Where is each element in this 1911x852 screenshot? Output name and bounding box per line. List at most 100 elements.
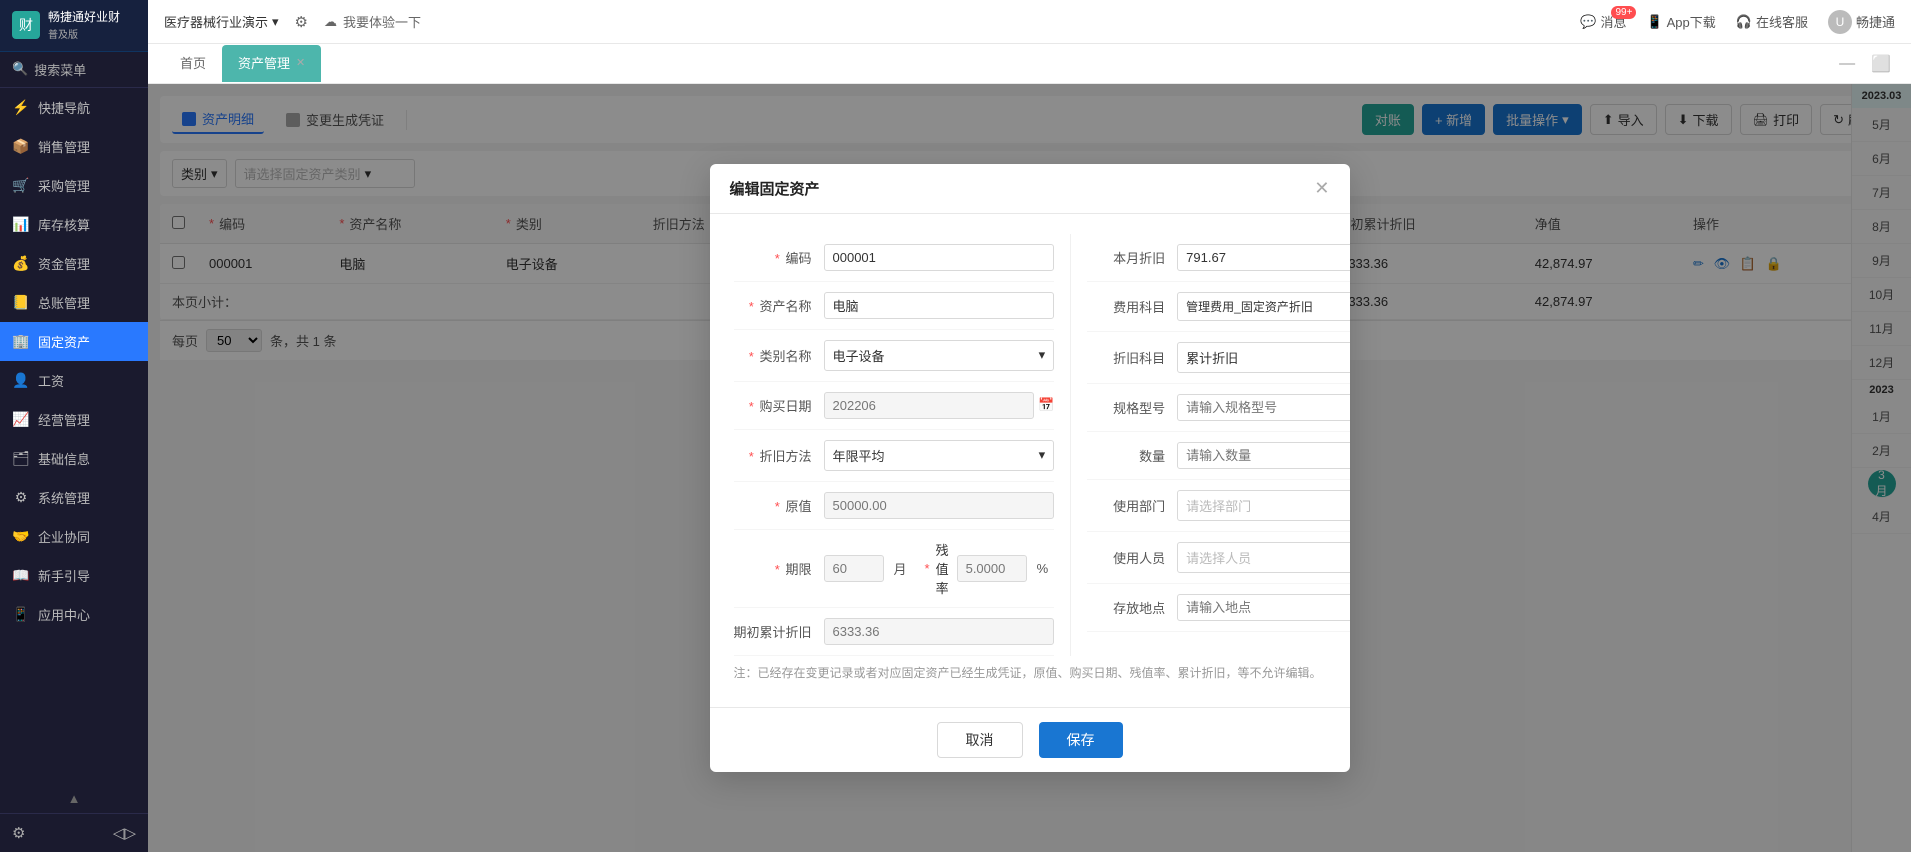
tab-asset-management[interactable]: 资产管理 ✕ (222, 45, 321, 82)
code-label: * 编码 (734, 248, 824, 267)
form-right: 本月折旧 费用科目 管理费用_固定资产折旧 (1071, 234, 1349, 656)
form-grid: * 编码 * 资产名称 (734, 234, 1326, 656)
sidebar-item-quick-nav[interactable]: ⚡ 快捷导航 (0, 88, 148, 127)
depreciation-subject-select[interactable]: 累计折旧 ▾ (1177, 342, 1349, 373)
location-label: 存放地点 (1087, 598, 1177, 617)
content-area: 资产明细 变更生成凭证 对账 + 新增 (148, 84, 1911, 852)
purchase-date-input[interactable] (824, 392, 1034, 419)
dialog-overlay: 编辑固定资产 ✕ * 编码 (148, 84, 1911, 852)
sidebar-item-guide[interactable]: 📖 新手引导 (0, 556, 148, 595)
sidebar-item-label: 工资 (38, 371, 64, 390)
sidebar-item-label: 资金管理 (38, 254, 90, 273)
field-original-value: * 原值 (734, 482, 1055, 530)
monthly-dep-input[interactable] (1177, 244, 1349, 271)
residual-rate-label: 残值率 (936, 540, 949, 597)
inventory-icon: 📊 (12, 215, 30, 233)
field-period: * 期限 月 * 残值率 % (734, 530, 1055, 608)
expense-subject-label: 费用科目 (1087, 297, 1177, 316)
user-select[interactable]: 请选择人员 ▾ (1177, 542, 1349, 573)
experience-label: 我要体验一下 (343, 12, 421, 31)
period-unit: 月 (894, 559, 907, 578)
settings-icon[interactable]: ⚙ (12, 824, 25, 842)
sidebar-item-operations[interactable]: 📈 经营管理 (0, 400, 148, 439)
sidebar-item-finance[interactable]: 💰 资金管理 (0, 244, 148, 283)
logo-icon: 财 (12, 11, 40, 39)
online-support-label: 在线客服 (1756, 12, 1808, 31)
spec-input[interactable] (1177, 394, 1349, 421)
form-left: * 编码 * 资产名称 (734, 234, 1072, 656)
sidebar-item-label: 基础信息 (38, 449, 90, 468)
sidebar-item-sales[interactable]: 📦 销售管理 (0, 127, 148, 166)
company-selector[interactable]: 医疗器械行业演示 ▾ (164, 12, 279, 31)
search-icon: 🔍 (12, 61, 28, 77)
sidebar-item-label: 快捷导航 (38, 98, 90, 117)
period-input[interactable] (824, 555, 884, 582)
depreciation-method-label: * 折旧方法 (734, 446, 824, 465)
residual-rate-input[interactable] (957, 555, 1027, 582)
tab-home[interactable]: 首页 (164, 45, 222, 82)
dialog-close-button[interactable]: ✕ (1314, 178, 1329, 199)
category-value: 电子设备 (833, 346, 885, 365)
ledger-icon: 📒 (12, 293, 30, 311)
sidebar-item-label: 应用中心 (38, 605, 90, 624)
notification-button[interactable]: 💬 消息 99+ (1580, 12, 1626, 31)
sidebar-item-payroll[interactable]: 👤 工资 (0, 361, 148, 400)
department-select[interactable]: 请选择部门 ▾ (1177, 490, 1349, 521)
sidebar-item-inventory[interactable]: 📊 库存核算 (0, 205, 148, 244)
depreciation-subject-label: 折旧科目 (1087, 348, 1177, 367)
sidebar: 财 畅捷通好业财 普及版 🔍 搜索菜单 ⚡ 快捷导航 📦 销售管理 🛒 采购管理 (0, 0, 148, 852)
edit-dialog: 编辑固定资产 ✕ * 编码 (710, 164, 1350, 772)
search-menu[interactable]: 🔍 搜索菜单 (0, 52, 148, 88)
sidebar-item-system[interactable]: ⚙ 系统管理 (0, 478, 148, 517)
settings-button[interactable]: ⚙ (295, 13, 308, 31)
save-button[interactable]: 保存 (1039, 722, 1123, 758)
app-download-button[interactable]: 📱 App下载 (1646, 12, 1715, 31)
department-placeholder: 请选择部门 (1186, 496, 1251, 515)
category-select[interactable]: 电子设备 ▾ (824, 340, 1055, 371)
spec-label: 规格型号 (1087, 398, 1177, 417)
sidebar-item-ledger[interactable]: 📒 总账管理 (0, 283, 148, 322)
sidebar-item-apps[interactable]: 📱 应用中心 (0, 595, 148, 634)
location-input[interactable] (1177, 594, 1349, 621)
sidebar-scroll-up[interactable]: ▲ (0, 783, 148, 813)
category-label: * 类别名称 (734, 346, 824, 365)
collapse-icon[interactable]: ◁▷ (113, 824, 136, 842)
experience-button[interactable]: ☁ 我要体验一下 (324, 12, 421, 31)
sidebar-item-label: 系统管理 (38, 488, 90, 507)
maximize-button[interactable]: ⬜ (1867, 50, 1895, 78)
app-download-label: App下载 (1667, 12, 1716, 31)
asset-name-input[interactable] (824, 292, 1055, 319)
avatar: U (1828, 10, 1852, 34)
asset-name-label: * 资产名称 (734, 296, 824, 315)
period-label: * 期限 (734, 559, 824, 578)
app-name: 畅捷通好业财 (48, 10, 120, 26)
depreciation-method-select[interactable]: 年限平均 ▾ (824, 440, 1055, 471)
tab-close-icon[interactable]: ✕ (296, 56, 305, 69)
original-value-input[interactable] (824, 492, 1055, 519)
field-depreciation-method: * 折旧方法 年限平均 ▾ (734, 430, 1055, 482)
expense-subject-select[interactable]: 管理费用_固定资产折旧 ▾ (1177, 292, 1349, 321)
quantity-input[interactable] (1177, 442, 1349, 469)
purchase-date-label: * 购买日期 (734, 396, 824, 415)
user-menu[interactable]: U 畅捷通 (1828, 10, 1895, 34)
tabs-bar: 首页 资产管理 ✕ — ⬜ (148, 44, 1911, 84)
sidebar-item-cooperation[interactable]: 🤝 企业协同 (0, 517, 148, 556)
sidebar-item-fixed-assets[interactable]: 🏢 固定资产 (0, 322, 148, 361)
purchase-date-wrap: 📅 (824, 392, 1055, 419)
minimize-button[interactable]: — (1835, 51, 1859, 77)
sidebar-item-basic-info[interactable]: 🗂 基础信息 (0, 439, 148, 478)
finance-icon: 💰 (12, 254, 30, 272)
user-label: 使用人员 (1087, 548, 1177, 567)
code-input[interactable] (824, 244, 1055, 271)
sidebar-item-purchase[interactable]: 🛒 采购管理 (0, 166, 148, 205)
field-category: * 类别名称 电子设备 ▾ (734, 330, 1055, 382)
field-monthly-dep: 本月折旧 (1087, 234, 1349, 282)
initial-dep-label: 期初累计折旧 (734, 622, 824, 641)
calendar-icon[interactable]: 📅 (1038, 397, 1054, 413)
cancel-button[interactable]: 取消 (937, 722, 1023, 758)
search-menu-label: 搜索菜单 (34, 60, 86, 79)
initial-dep-input[interactable] (824, 618, 1055, 645)
sidebar-item-label: 新手引导 (38, 566, 90, 585)
quantity-label: 数量 (1087, 446, 1177, 465)
online-support-button[interactable]: 🎧 在线客服 (1736, 12, 1808, 31)
